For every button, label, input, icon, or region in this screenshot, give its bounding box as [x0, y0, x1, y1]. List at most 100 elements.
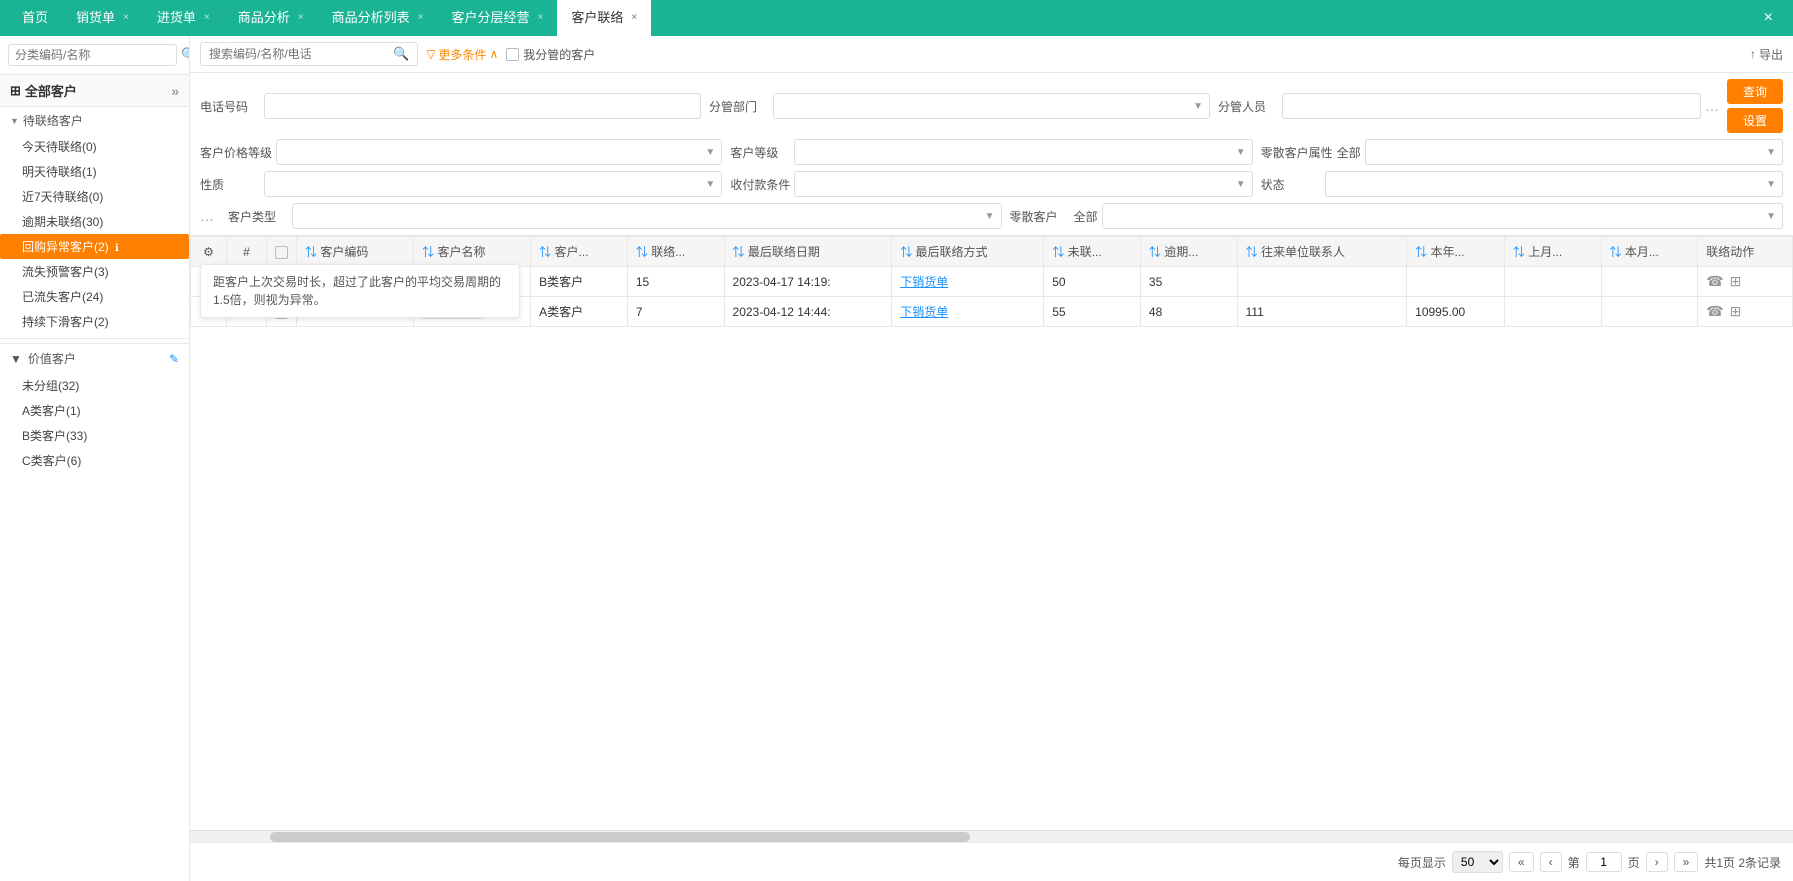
filter-price-level-select[interactable]: ▼	[276, 139, 722, 165]
sidebar-search-input[interactable]	[8, 44, 177, 66]
row-action-grid-1[interactable]: ⊞	[1730, 303, 1742, 320]
nav-purchase-order[interactable]: 进货单 ×	[143, 0, 224, 36]
row-action-phone-0[interactable]: ☎	[1706, 273, 1723, 290]
page-number-input[interactable]	[1586, 852, 1622, 872]
first-page-button[interactable]: «	[1509, 852, 1534, 872]
row-action-phone-1[interactable]: ☎	[1706, 303, 1723, 320]
nav-customer-contact[interactable]: 客户联络 ×	[557, 0, 651, 36]
nav-product-analysis[interactable]: 商品分析 ×	[224, 0, 318, 36]
col-this-month[interactable]: ⇅ 本月...	[1601, 237, 1698, 267]
filter-extra-dots[interactable]: …	[200, 208, 214, 224]
next-page-button[interactable]: ›	[1646, 852, 1668, 872]
nav-product-analysis-list[interactable]: 商品分析列表 ×	[318, 0, 438, 36]
filter-manager-input[interactable]	[1282, 93, 1701, 119]
filter-nature-select[interactable]: ▼	[264, 171, 722, 197]
filter-retail-attr-select[interactable]: ▼	[1365, 139, 1783, 165]
filter-retail-attr-label: 零散客户属性	[1261, 144, 1333, 161]
sidebar-item-today[interactable]: 今天待联络(0)	[0, 134, 189, 159]
sidebar-item-declining[interactable]: 持续下滑客户(2)	[0, 309, 189, 334]
close-all-button[interactable]: ×	[1752, 9, 1785, 27]
sidebar-collapse-button[interactable]: »	[171, 83, 179, 99]
col-check[interactable]	[267, 237, 297, 267]
row-method-0[interactable]: 下销货单	[892, 267, 1044, 297]
close-customer-contact-icon[interactable]: ×	[631, 0, 637, 36]
col-last-contact-method[interactable]: ⇅ 最后联络方式	[892, 237, 1044, 267]
filter-dots-item: …	[200, 208, 220, 224]
query-button[interactable]: 查询	[1727, 79, 1783, 104]
nav-customer-tiered[interactable]: 客户分层经营 ×	[437, 0, 557, 36]
sidebar-item-churn-warning[interactable]: 流失预警客户(3)	[0, 259, 189, 284]
filter-payment-terms-select[interactable]: ▼	[794, 171, 1252, 197]
close-sales-order-icon[interactable]: ×	[123, 0, 129, 36]
row-method-link-1[interactable]: 下销货单	[900, 305, 948, 319]
filter-retail-customer-select[interactable]: ▼	[1102, 203, 1783, 229]
sidebar-item-class-b[interactable]: B类客户(33)	[0, 423, 189, 448]
col-setting[interactable]: ⚙	[191, 237, 227, 267]
filter-manager-dots[interactable]: …	[1705, 98, 1719, 114]
row-method-link-0[interactable]: 下销货单	[900, 275, 948, 289]
filter-status-label: 状态	[1261, 176, 1321, 193]
select-all-checkbox[interactable]	[275, 246, 288, 259]
sidebar-item-7days[interactable]: 近7天待联络(0)	[0, 184, 189, 209]
filter-status-select[interactable]: ▼	[1325, 171, 1783, 197]
horizontal-scrollbar[interactable]	[190, 830, 1793, 842]
col-last-month[interactable]: ⇅ 上月...	[1504, 237, 1601, 267]
col-this-year[interactable]: ⇅ 本年...	[1407, 237, 1505, 267]
nav-home[interactable]: 首页	[8, 0, 62, 36]
edit-icon[interactable]: ✎	[169, 352, 179, 366]
last-page-button[interactable]: »	[1674, 852, 1699, 872]
col-customer-name[interactable]: ⇅ 客户名称	[414, 237, 531, 267]
sidebar-item-tomorrow[interactable]: 明天待联络(1)	[0, 159, 189, 184]
close-product-analysis-list-icon[interactable]: ×	[418, 0, 424, 36]
per-page-select[interactable]: 50 100 200	[1452, 851, 1503, 873]
close-purchase-order-icon[interactable]: ×	[204, 0, 210, 36]
sidebar-item-repurchase-abnormal[interactable]: 回购异常客户(2) ℹ	[0, 234, 189, 259]
row-overdue-1: 48	[1140, 297, 1237, 327]
sidebar-group-value[interactable]: ▼ 价值客户 ✎	[0, 343, 189, 373]
filter-manager: 分管人员 …	[1218, 93, 1719, 119]
sort-icon-method: ⇅	[900, 245, 912, 259]
setting-button[interactable]: 设置	[1727, 108, 1783, 133]
my-customer-checkbox[interactable]	[506, 48, 519, 61]
close-customer-tiered-icon[interactable]: ×	[537, 0, 543, 36]
filter-customer-level-select[interactable]: ▼	[794, 139, 1252, 165]
col-overdue[interactable]: ⇅ 逾期...	[1140, 237, 1237, 267]
horizontal-scroll-thumb[interactable]	[270, 832, 970, 842]
table-container[interactable]: ⚙ # ⇅ 客户编码 ⇅ 客户名称	[190, 236, 1793, 830]
filter-retail-customer-value: 全部	[1074, 208, 1098, 225]
sidebar-item-class-a[interactable]: A类客户(1)	[0, 398, 189, 423]
sidebar-item-class-c[interactable]: C类客户(6)	[0, 448, 189, 473]
sidebar-item-overdue[interactable]: 逾期未联络(30)	[0, 209, 189, 234]
sort-icon-type: ⇅	[539, 245, 551, 259]
sort-icon-code: ⇅	[305, 245, 317, 259]
search-input[interactable]	[209, 47, 389, 61]
sidebar-divider	[0, 338, 189, 339]
col-unit-contact[interactable]: ⇅ 往来单位联系人	[1237, 237, 1407, 267]
filter-row-3: 性质 ▼ 收付款条件 ▼ 状态	[200, 171, 1783, 197]
prev-page-button[interactable]: ‹	[1540, 852, 1562, 872]
close-product-analysis-icon[interactable]: ×	[298, 0, 304, 36]
col-customer-code[interactable]: ⇅ 客户编码	[297, 237, 414, 267]
col-uncontacted[interactable]: ⇅ 未联...	[1044, 237, 1141, 267]
row-type-0: B类客户	[531, 267, 628, 297]
filter-rows: 电话号码 分管部门 ▼ 分管人员 …	[190, 73, 1793, 236]
more-filter-button[interactable]: ▽ 更多条件 ∧	[426, 46, 498, 63]
col-last-contact-date[interactable]: ⇅ 最后联络日期	[724, 237, 892, 267]
sidebar-group-pending[interactable]: ▼ 待联络客户	[0, 107, 189, 134]
export-button[interactable]: ↑ 导出	[1750, 46, 1783, 63]
filter-customer-type-select[interactable]: ▼	[292, 203, 1002, 229]
filter-department-select[interactable]: ▼	[773, 93, 1210, 119]
row-action-grid-0[interactable]: ⊞	[1730, 273, 1742, 290]
settings-icon[interactable]: ⚙	[203, 245, 214, 259]
search-icon[interactable]: 🔍	[393, 46, 409, 62]
sidebar-item-churned[interactable]: 已流失客户(24)	[0, 284, 189, 309]
caret-department-icon: ▼	[1193, 101, 1203, 112]
nav-sales-order[interactable]: 销货单 ×	[62, 0, 143, 36]
sidebar-item-ungroup[interactable]: 未分组(32)	[0, 373, 189, 398]
sort-icon-overdue: ⇅	[1149, 245, 1161, 259]
col-contact[interactable]: ⇅ 联络...	[627, 237, 724, 267]
sidebar-search-button[interactable]: 🔍	[177, 45, 190, 65]
col-customer-type[interactable]: ⇅ 客户...	[531, 237, 628, 267]
filter-phone-input[interactable]	[264, 93, 701, 119]
row-method-1[interactable]: 下销货单	[892, 297, 1044, 327]
